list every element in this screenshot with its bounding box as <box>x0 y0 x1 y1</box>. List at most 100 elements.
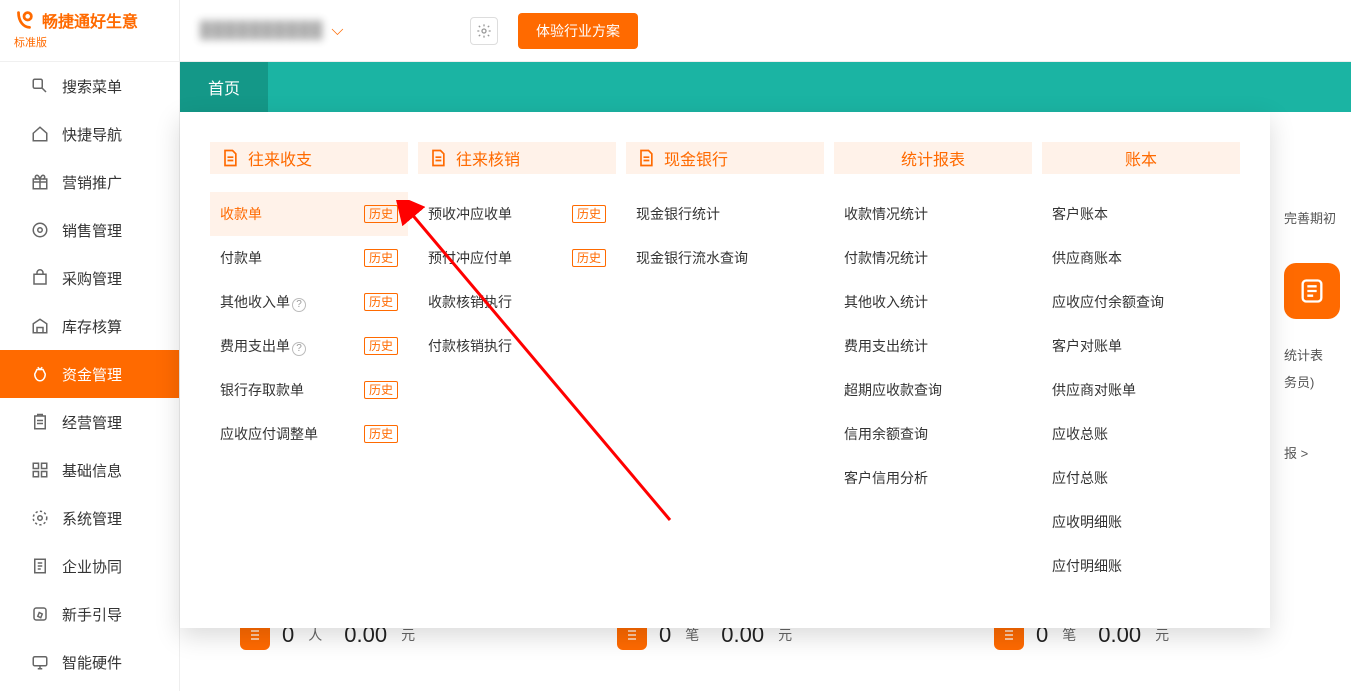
mega-item-label: 其他收入统计 <box>844 292 928 312</box>
mega-item[interactable]: 收款核销执行 <box>418 280 616 324</box>
mega-item[interactable]: 客户账本 <box>1042 192 1240 236</box>
mega-item[interactable]: 客户对账单 <box>1042 324 1240 368</box>
sidebar-item-label: 智能硬件 <box>62 652 122 673</box>
cta-button[interactable]: 体验行业方案 <box>518 13 638 49</box>
mega-item[interactable]: 收款单 历史 <box>210 192 408 236</box>
mega-item[interactable]: 现金银行统计 <box>626 192 824 236</box>
mega-item[interactable]: 其他收入单? 历史 <box>210 280 408 324</box>
mega-column-header: 往来核销 <box>418 142 616 174</box>
mega-item[interactable]: 费用支出单? 历史 <box>210 324 408 368</box>
mega-item[interactable]: 应收应付余额查询 <box>1042 280 1240 324</box>
sidebar-item-11[interactable]: 新手引导 <box>0 590 179 638</box>
mega-item-label: 客户对账单 <box>1052 336 1122 356</box>
mega-item-label: 银行存取款单 <box>220 380 304 400</box>
sidebar-item-label: 企业协同 <box>62 556 122 577</box>
mega-item-label: 应收应付余额查询 <box>1052 292 1164 312</box>
mega-item[interactable]: 付款情况统计 <box>834 236 1032 280</box>
history-tag[interactable]: 历史 <box>364 205 398 223</box>
clipboard-icon <box>30 412 50 432</box>
mega-item[interactable]: 应收应付调整单 历史 <box>210 412 408 456</box>
grid-icon <box>30 460 50 480</box>
history-tag[interactable]: 历史 <box>364 337 398 355</box>
mega-item[interactable]: 收款情况统计 <box>834 192 1032 236</box>
mega-item[interactable]: 预付冲应付单 历史 <box>418 236 616 280</box>
mega-item[interactable]: 预收冲应收单 历史 <box>418 192 616 236</box>
mega-item[interactable]: 费用支出统计 <box>834 324 1032 368</box>
sidebar-item-1[interactable]: 快捷导航 <box>0 110 179 158</box>
sidebar-item-label: 采购管理 <box>62 268 122 289</box>
floating-action-icon[interactable] <box>1284 263 1340 319</box>
mega-column-header: 统计报表 <box>834 142 1032 174</box>
sidebar-item-label: 快捷导航 <box>62 124 122 145</box>
mega-item[interactable]: 应收总账 <box>1042 412 1240 456</box>
mega-item[interactable]: 信用余额查询 <box>834 412 1032 456</box>
chevron-down-icon: ⌵ <box>331 22 343 40</box>
mega-item-label: 预付冲应付单 <box>428 248 512 268</box>
org-selector[interactable]: ██████████ ⌵ <box>200 22 460 40</box>
mega-item[interactable]: 应收明细账 <box>1042 500 1240 544</box>
mega-item-label: 客户账本 <box>1052 204 1108 224</box>
mega-item-label: 收款单 <box>220 204 262 224</box>
right-hint-1: 完善期初 <box>1276 202 1351 233</box>
mega-item-label: 供应商账本 <box>1052 248 1122 268</box>
sidebar-item-0[interactable]: 搜索菜单 <box>0 62 179 110</box>
history-tag[interactable]: 历史 <box>364 381 398 399</box>
history-tag[interactable]: 历史 <box>364 425 398 443</box>
brand-header: 畅捷通好生意 标准版 <box>0 0 179 62</box>
mega-item[interactable]: 其他收入统计 <box>834 280 1032 324</box>
help-icon[interactable]: ? <box>292 298 306 312</box>
right-hint-strip: 完善期初 统计表 务员) 报 > <box>1276 112 1351 468</box>
tab-home[interactable]: 首页 <box>180 62 268 112</box>
settings-button[interactable] <box>470 17 498 45</box>
history-tag[interactable]: 历史 <box>572 249 606 267</box>
sidebar-item-10[interactable]: 企业协同 <box>0 542 179 590</box>
sidebar-item-label: 搜索菜单 <box>62 76 122 97</box>
mega-item[interactable]: 付款核销执行 <box>418 324 616 368</box>
sidebar-item-7[interactable]: 经营管理 <box>0 398 179 446</box>
sidebar-item-9[interactable]: 系统管理 <box>0 494 179 542</box>
right-hint-3[interactable]: 报 > <box>1276 437 1351 468</box>
sidebar-item-3[interactable]: 销售管理 <box>0 206 179 254</box>
sidebar-item-12[interactable]: 智能硬件 <box>0 638 179 686</box>
money-bag-icon <box>30 364 50 384</box>
sidebar-item-5[interactable]: 库存核算 <box>0 302 179 350</box>
mega-column-4: 账本客户账本供应商账本应收应付余额查询客户对账单供应商对账单应收总账应付总账应收… <box>1042 142 1240 588</box>
history-tag[interactable]: 历史 <box>364 249 398 267</box>
sidebar-item-4[interactable]: 采购管理 <box>0 254 179 302</box>
sidebar: 畅捷通好生意 标准版 搜索菜单快捷导航营销推广销售管理采购管理库存核算资金管理经… <box>0 0 180 691</box>
sidebar-item-2[interactable]: 营销推广 <box>0 158 179 206</box>
mega-item-label: 付款情况统计 <box>844 248 928 268</box>
mega-item[interactable]: 现金银行流水查询 <box>626 236 824 280</box>
org-name-obscured: ██████████ <box>200 22 323 40</box>
mega-item[interactable]: 应付总账 <box>1042 456 1240 500</box>
mega-item[interactable]: 客户信用分析 <box>834 456 1032 500</box>
sidebar-item-6[interactable]: 资金管理 <box>0 350 179 398</box>
sidebar-item-label: 经营管理 <box>62 412 122 433</box>
mega-item[interactable]: 供应商对账单 <box>1042 368 1240 412</box>
home-icon <box>30 124 50 144</box>
sidebar-item-8[interactable]: 基础信息 <box>0 446 179 494</box>
right-hint-2b: 务员) <box>1276 366 1351 397</box>
help-icon[interactable]: ? <box>292 342 306 356</box>
mega-item[interactable]: 付款单历史 <box>210 236 408 280</box>
mega-item-label: 客户信用分析 <box>844 468 928 488</box>
brand-edition: 标准版 <box>14 34 167 50</box>
mega-item-label: 付款核销执行 <box>428 336 512 356</box>
mega-item[interactable]: 银行存取款单 历史 <box>210 368 408 412</box>
mega-column-title: 账本 <box>1125 146 1157 170</box>
mega-item[interactable]: 超期应收款查询 <box>834 368 1032 412</box>
mega-column-0: 往来收支收款单历史付款单历史其他收入单?历史费用支出单?历史银行存取款单历史应收… <box>210 142 408 588</box>
stat-value-unit: 元 <box>1155 625 1169 645</box>
mega-item[interactable]: 应付明细账 <box>1042 544 1240 588</box>
mega-item-label: 应收应付调整单 <box>220 424 318 444</box>
mega-item-label: 其他收入单? <box>220 292 306 312</box>
mega-column-title: 往来收支 <box>248 146 312 170</box>
mega-item[interactable]: 供应商账本 <box>1042 236 1240 280</box>
mega-item-label: 费用支出单? <box>220 336 306 356</box>
mega-item-label: 收款情况统计 <box>844 204 928 224</box>
mega-item-label: 预收冲应收单 <box>428 204 512 224</box>
gear-icon <box>476 23 492 39</box>
tabbar: 首页 <box>180 62 1351 112</box>
history-tag[interactable]: 历史 <box>364 293 398 311</box>
history-tag[interactable]: 历史 <box>572 205 606 223</box>
